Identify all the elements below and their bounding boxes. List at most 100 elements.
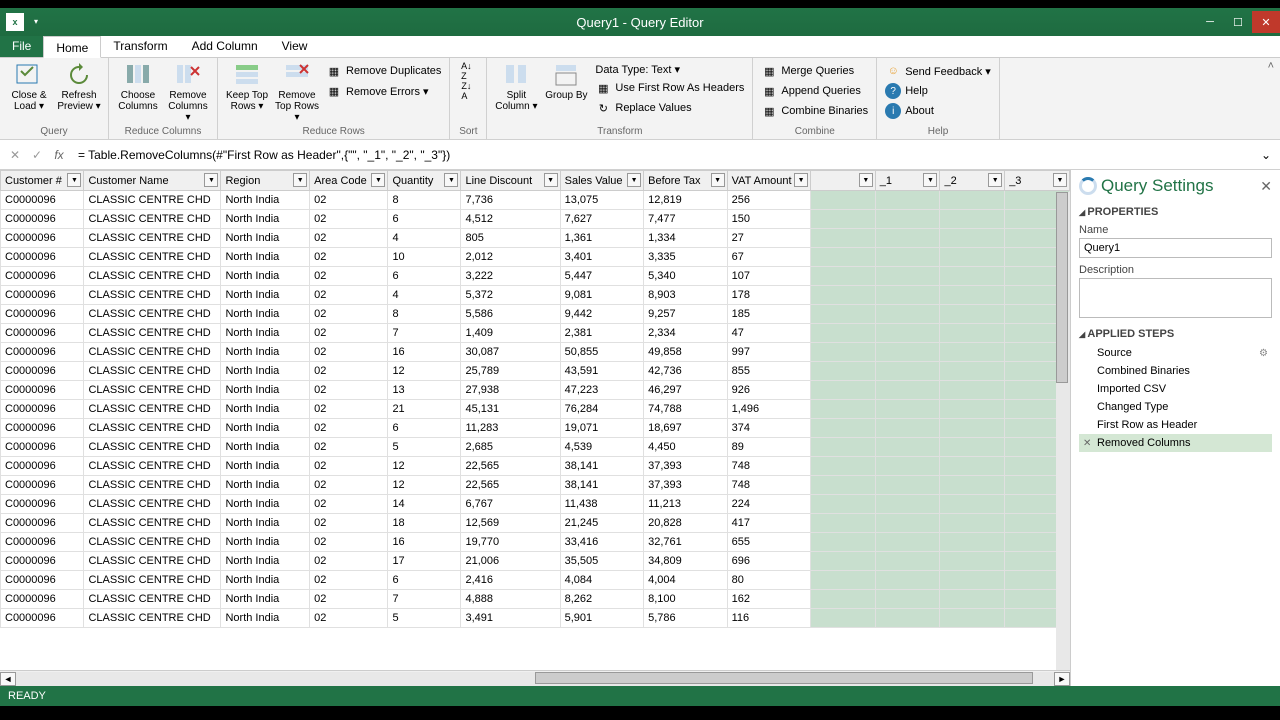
cell[interactable] bbox=[875, 495, 940, 514]
column-header[interactable]: Sales Value▼ bbox=[560, 171, 643, 191]
cell[interactable]: 12,569 bbox=[461, 514, 560, 533]
cell[interactable]: North India bbox=[221, 457, 310, 476]
cell[interactable]: 150 bbox=[727, 210, 810, 229]
cell[interactable]: 1,334 bbox=[644, 229, 727, 248]
cell[interactable]: 02 bbox=[310, 609, 388, 628]
cell[interactable]: 374 bbox=[727, 419, 810, 438]
cell[interactable]: 16 bbox=[388, 533, 461, 552]
cell[interactable]: 20,828 bbox=[644, 514, 727, 533]
cell[interactable]: CLASSIC CENTRE CHD bbox=[84, 514, 221, 533]
column-filter-button[interactable]: ▼ bbox=[371, 173, 385, 187]
cell[interactable] bbox=[875, 419, 940, 438]
cell[interactable]: 4,888 bbox=[461, 590, 560, 609]
cell[interactable] bbox=[940, 571, 1005, 590]
cell[interactable]: 22,565 bbox=[461, 476, 560, 495]
cell[interactable]: 8,100 bbox=[644, 590, 727, 609]
cell[interactable]: 2,685 bbox=[461, 438, 560, 457]
cell[interactable]: 34,809 bbox=[644, 552, 727, 571]
cell[interactable] bbox=[940, 495, 1005, 514]
cell[interactable]: C0000096 bbox=[1, 324, 84, 343]
cell[interactable] bbox=[875, 305, 940, 324]
cell[interactable] bbox=[940, 533, 1005, 552]
cell[interactable] bbox=[875, 438, 940, 457]
cell[interactable]: 805 bbox=[461, 229, 560, 248]
table-row[interactable]: C0000096CLASSIC CENTRE CHDNorth India027… bbox=[1, 324, 1070, 343]
applied-step[interactable]: Source⚙ bbox=[1079, 344, 1272, 362]
help-button[interactable]: ?Help bbox=[883, 82, 993, 100]
cell[interactable]: C0000096 bbox=[1, 457, 84, 476]
table-row[interactable]: C0000096CLASSIC CENTRE CHDNorth India025… bbox=[1, 438, 1070, 457]
cell[interactable] bbox=[875, 229, 940, 248]
cell[interactable]: 655 bbox=[727, 533, 810, 552]
cell[interactable]: 02 bbox=[310, 248, 388, 267]
append-queries-button[interactable]: ▦Append Queries bbox=[759, 82, 870, 100]
cell[interactable]: 14 bbox=[388, 495, 461, 514]
cell[interactable] bbox=[940, 457, 1005, 476]
cell[interactable] bbox=[940, 419, 1005, 438]
cell[interactable]: North India bbox=[221, 438, 310, 457]
cell[interactable]: 25,789 bbox=[461, 362, 560, 381]
cell[interactable] bbox=[940, 286, 1005, 305]
cell[interactable]: C0000096 bbox=[1, 267, 84, 286]
minimize-button[interactable]: ─ bbox=[1196, 11, 1224, 33]
column-filter-button[interactable]: ▼ bbox=[859, 173, 873, 187]
replace-values-button[interactable]: ↻Replace Values bbox=[593, 99, 746, 117]
applied-step[interactable]: Removed Columns✕ bbox=[1079, 434, 1272, 452]
cell[interactable]: 3,491 bbox=[461, 609, 560, 628]
cell[interactable]: 7,736 bbox=[461, 191, 560, 210]
cell[interactable] bbox=[940, 438, 1005, 457]
cell[interactable]: C0000096 bbox=[1, 571, 84, 590]
cell[interactable]: 02 bbox=[310, 476, 388, 495]
cell[interactable]: 224 bbox=[727, 495, 810, 514]
table-row[interactable]: C0000096CLASSIC CENTRE CHDNorth India026… bbox=[1, 419, 1070, 438]
cell[interactable]: 7,627 bbox=[560, 210, 643, 229]
cell[interactable]: North India bbox=[221, 533, 310, 552]
cell[interactable]: 02 bbox=[310, 533, 388, 552]
cell[interactable]: 38,141 bbox=[560, 457, 643, 476]
cell[interactable]: 748 bbox=[727, 457, 810, 476]
cell[interactable]: 02 bbox=[310, 324, 388, 343]
group-by-button[interactable]: Group By bbox=[543, 60, 589, 101]
cell[interactable]: C0000096 bbox=[1, 400, 84, 419]
column-filter-button[interactable]: ▼ bbox=[67, 173, 81, 187]
cell[interactable] bbox=[811, 362, 876, 381]
applied-steps-section[interactable]: APPLIED STEPS bbox=[1079, 328, 1272, 340]
cell[interactable]: 107 bbox=[727, 267, 810, 286]
cell[interactable]: 33,416 bbox=[560, 533, 643, 552]
cell[interactable]: 21 bbox=[388, 400, 461, 419]
cell[interactable]: C0000096 bbox=[1, 514, 84, 533]
merge-queries-button[interactable]: ▦Merge Queries bbox=[759, 62, 870, 80]
scroll-right-button[interactable]: ► bbox=[1054, 672, 1070, 686]
cell[interactable]: 30,087 bbox=[461, 343, 560, 362]
cell[interactable]: North India bbox=[221, 210, 310, 229]
tab-file[interactable]: File bbox=[0, 35, 43, 57]
cell[interactable] bbox=[875, 533, 940, 552]
cell[interactable]: 8 bbox=[388, 305, 461, 324]
table-row[interactable]: C0000096CLASSIC CENTRE CHDNorth India021… bbox=[1, 362, 1070, 381]
cell[interactable]: 11,213 bbox=[644, 495, 727, 514]
cell[interactable]: North India bbox=[221, 571, 310, 590]
cell[interactable]: CLASSIC CENTRE CHD bbox=[84, 419, 221, 438]
cell[interactable]: 80 bbox=[727, 571, 810, 590]
column-filter-button[interactable]: ▼ bbox=[627, 173, 641, 187]
cell[interactable]: 16 bbox=[388, 343, 461, 362]
cell[interactable]: CLASSIC CENTRE CHD bbox=[84, 571, 221, 590]
cell[interactable]: C0000096 bbox=[1, 552, 84, 571]
table-row[interactable]: C0000096CLASSIC CENTRE CHDNorth India028… bbox=[1, 305, 1070, 324]
cell[interactable]: 89 bbox=[727, 438, 810, 457]
cell[interactable] bbox=[940, 609, 1005, 628]
data-type-button[interactable]: Data Type: Text ▾ bbox=[593, 62, 746, 77]
cell[interactable]: C0000096 bbox=[1, 438, 84, 457]
cell[interactable]: 02 bbox=[310, 286, 388, 305]
cell[interactable]: CLASSIC CENTRE CHD bbox=[84, 609, 221, 628]
cell[interactable]: C0000096 bbox=[1, 533, 84, 552]
cell[interactable]: 5,447 bbox=[560, 267, 643, 286]
table-row[interactable]: C0000096CLASSIC CENTRE CHDNorth India022… bbox=[1, 400, 1070, 419]
cell[interactable]: 8,262 bbox=[560, 590, 643, 609]
table-row[interactable]: C0000096CLASSIC CENTRE CHDNorth India026… bbox=[1, 210, 1070, 229]
tab-transform[interactable]: Transform bbox=[101, 35, 179, 57]
cell[interactable]: 4,004 bbox=[644, 571, 727, 590]
cell[interactable]: 43,591 bbox=[560, 362, 643, 381]
cell[interactable]: 37,393 bbox=[644, 457, 727, 476]
cell[interactable]: 12 bbox=[388, 476, 461, 495]
